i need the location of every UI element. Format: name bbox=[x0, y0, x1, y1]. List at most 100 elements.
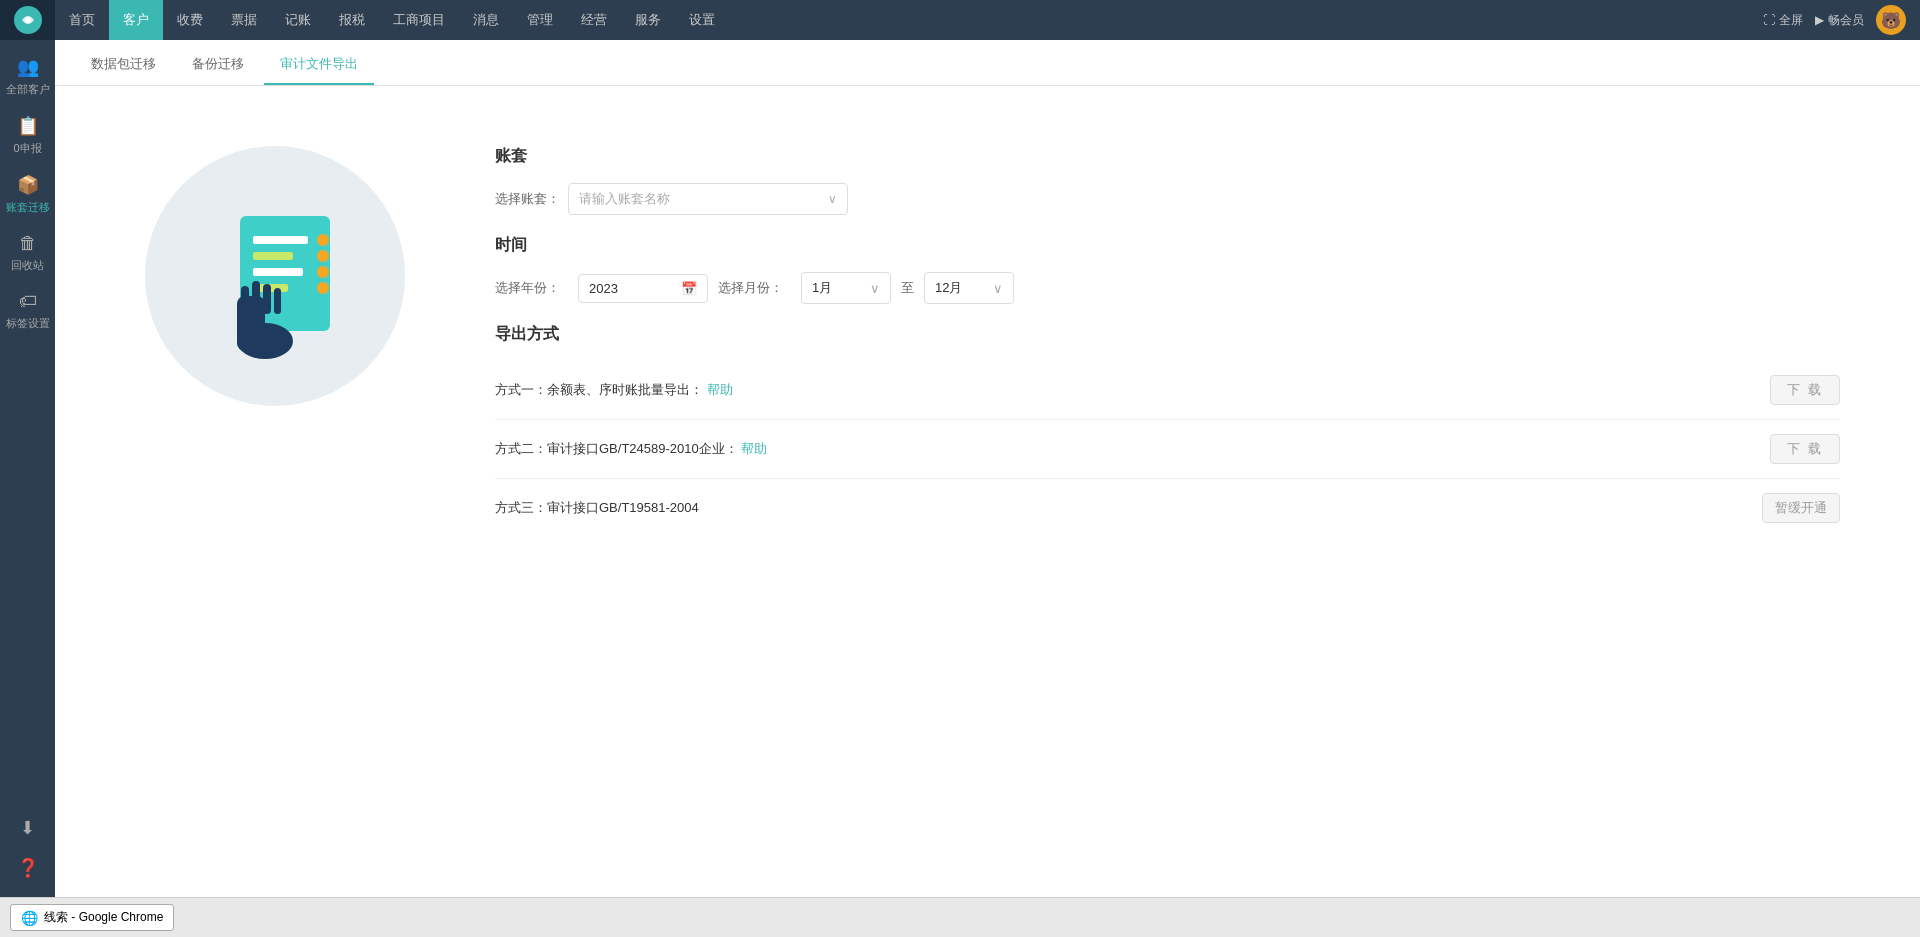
tab-audit-export[interactable]: 审计文件导出 bbox=[264, 45, 374, 85]
svg-point-7 bbox=[317, 234, 329, 246]
member-icon: ▶ bbox=[1815, 13, 1824, 27]
sidebar-item-all-customers[interactable]: 👥 全部客户 bbox=[0, 48, 55, 105]
chrome-icon: 🌐 bbox=[21, 910, 38, 926]
nav-manage[interactable]: 管理 bbox=[513, 0, 567, 40]
sidebar-item-label: 账套迁移 bbox=[6, 200, 50, 215]
illustration-area bbox=[135, 136, 415, 416]
svg-point-10 bbox=[317, 282, 329, 294]
account-select[interactable]: 请输入账套名称 ∨ bbox=[568, 183, 848, 215]
fullscreen-label: 全屏 bbox=[1779, 12, 1803, 29]
calendar-icon: 📅 bbox=[681, 281, 697, 296]
form-area: 账套 选择账套： 请输入账套名称 ∨ 时间 选择年份： 2023 📅 bbox=[495, 136, 1840, 537]
sidebar-item-account-migration[interactable]: 📦 账套迁移 bbox=[0, 166, 55, 223]
illustration-circle bbox=[145, 146, 405, 406]
time-section-title: 时间 bbox=[495, 235, 1840, 256]
sidebar: 👥 全部客户 📋 0申报 📦 账套迁移 🗑 回收站 🏷 标签设置 ⬇ ❓ bbox=[0, 40, 55, 897]
year-label: 选择年份： bbox=[495, 279, 560, 297]
year-value: 2023 bbox=[589, 281, 618, 296]
tabs-bar: 数据包迁移 备份迁移 审计文件导出 bbox=[55, 40, 1920, 86]
sidebar-item-declaration[interactable]: 📋 0申报 bbox=[0, 107, 55, 164]
export-method-1: 方式一：余额表、序时账批量导出： 帮助 下 载 bbox=[495, 361, 1840, 420]
svg-point-8 bbox=[317, 250, 329, 262]
method2-text: 方式二：审计接口GB/T24589-2010企业： 帮助 bbox=[495, 440, 767, 458]
sidebar-item-label: 全部客户 bbox=[6, 82, 50, 97]
avatar[interactable]: 🐻 bbox=[1876, 5, 1906, 35]
content-area: 数据包迁移 备份迁移 审计文件导出 bbox=[55, 40, 1920, 897]
method2-download-button[interactable]: 下 载 bbox=[1770, 434, 1840, 464]
nav-operation[interactable]: 经营 bbox=[567, 0, 621, 40]
time-form-row: 选择年份： 2023 📅 选择月份： 1月 ∨ 至 12月 ∨ bbox=[495, 272, 1840, 304]
nav-tax[interactable]: 报税 bbox=[325, 0, 379, 40]
nav-customer[interactable]: 客户 bbox=[109, 0, 163, 40]
chevron-down-icon: ∨ bbox=[993, 281, 1003, 296]
method1-text: 方式一：余额表、序时账批量导出： 帮助 bbox=[495, 381, 733, 399]
nav-right: ⛶ 全屏 ▶ 畅会员 🐻 bbox=[1763, 5, 1920, 35]
help-icon: ❓ bbox=[17, 857, 39, 879]
nav-accounting[interactable]: 记账 bbox=[271, 0, 325, 40]
account-section-title: 账套 bbox=[495, 146, 1840, 167]
year-input[interactable]: 2023 📅 bbox=[578, 274, 708, 303]
export-method-2: 方式二：审计接口GB/T24589-2010企业： 帮助 下 载 bbox=[495, 420, 1840, 479]
svg-rect-5 bbox=[253, 268, 303, 276]
account-migration-icon: 📦 bbox=[17, 174, 39, 196]
month-start-select[interactable]: 1月 ∨ bbox=[801, 272, 891, 304]
sidebar-bottom: ⬇ ❓ bbox=[0, 809, 55, 897]
all-customers-icon: 👥 bbox=[17, 56, 39, 78]
svg-rect-16 bbox=[274, 288, 281, 314]
taskbar-chrome-label: 线索 - Google Chrome bbox=[44, 909, 163, 926]
page-content: 账套 选择账套： 请输入账套名称 ∨ 时间 选择年份： 2023 📅 bbox=[55, 86, 1920, 897]
main-layout: 👥 全部客户 📋 0申报 📦 账套迁移 🗑 回收站 🏷 标签设置 ⬇ ❓ bbox=[0, 40, 1920, 897]
svg-rect-4 bbox=[253, 252, 293, 260]
svg-point-1 bbox=[25, 17, 31, 23]
taskbar-chrome-item[interactable]: 🌐 线索 - Google Chrome bbox=[10, 904, 174, 931]
month-end-select[interactable]: 12月 ∨ bbox=[924, 272, 1014, 304]
fullscreen-button[interactable]: ⛶ 全屏 bbox=[1763, 12, 1803, 29]
sidebar-item-label: 回收站 bbox=[11, 258, 44, 273]
to-text: 至 bbox=[901, 279, 914, 297]
fullscreen-icon: ⛶ bbox=[1763, 13, 1775, 27]
recycle-icon: 🗑 bbox=[19, 233, 37, 254]
svg-rect-13 bbox=[241, 286, 249, 316]
nav-business[interactable]: 工商项目 bbox=[379, 0, 459, 40]
sidebar-item-tag-settings[interactable]: 🏷 标签设置 bbox=[0, 283, 55, 339]
logo[interactable] bbox=[0, 0, 55, 40]
member-button[interactable]: ▶ 畅会员 bbox=[1815, 12, 1864, 29]
method3-text: 方式三：审计接口GB/T19581-2004 bbox=[495, 499, 699, 517]
sidebar-item-recycle[interactable]: 🗑 回收站 bbox=[0, 225, 55, 281]
svg-rect-14 bbox=[252, 281, 260, 313]
sidebar-item-label: 标签设置 bbox=[6, 316, 50, 331]
method2-help-link[interactable]: 帮助 bbox=[741, 441, 767, 456]
month-start-value: 1月 bbox=[812, 279, 832, 297]
nav-billing[interactable]: 收费 bbox=[163, 0, 217, 40]
nav-service[interactable]: 服务 bbox=[621, 0, 675, 40]
account-label: 选择账套： bbox=[495, 190, 560, 208]
export-method-3: 方式三：审计接口GB/T19581-2004 暂缓开通 bbox=[495, 479, 1840, 537]
sidebar-item-label: 0申报 bbox=[13, 141, 41, 156]
nav-home[interactable]: 首页 bbox=[55, 0, 109, 40]
method3-coming-soon-button[interactable]: 暂缓开通 bbox=[1762, 493, 1840, 523]
chevron-down-icon: ∨ bbox=[828, 192, 837, 206]
sidebar-item-download[interactable]: ⬇ bbox=[0, 809, 55, 847]
svg-rect-15 bbox=[263, 284, 271, 314]
tab-backup-migration[interactable]: 备份迁移 bbox=[176, 45, 260, 85]
svg-point-9 bbox=[317, 266, 329, 278]
declaration-icon: 📋 bbox=[17, 115, 39, 137]
member-label: 畅会员 bbox=[1828, 12, 1864, 29]
taskbar: 🌐 线索 - Google Chrome bbox=[0, 897, 1920, 937]
nav-items: 首页 客户 收费 票据 记账 报税 工商项目 消息 管理 经营 服务 设置 bbox=[55, 0, 1763, 40]
tag-settings-icon: 🏷 bbox=[19, 291, 37, 312]
tab-data-migration[interactable]: 数据包迁移 bbox=[75, 45, 172, 85]
nav-invoice[interactable]: 票据 bbox=[217, 0, 271, 40]
sidebar-item-help[interactable]: ❓ bbox=[0, 849, 55, 887]
nav-message[interactable]: 消息 bbox=[459, 0, 513, 40]
svg-rect-3 bbox=[253, 236, 308, 244]
nav-settings[interactable]: 设置 bbox=[675, 0, 729, 40]
chevron-down-icon: ∨ bbox=[870, 281, 880, 296]
month-label: 选择月份： bbox=[718, 279, 783, 297]
method1-help-link[interactable]: 帮助 bbox=[707, 382, 733, 397]
top-nav: 首页 客户 收费 票据 记账 报税 工商项目 消息 管理 经营 服务 设置 ⛶ … bbox=[0, 0, 1920, 40]
account-form-row: 选择账套： 请输入账套名称 ∨ bbox=[495, 183, 1840, 215]
illustration-svg bbox=[185, 176, 365, 376]
export-section-title: 导出方式 bbox=[495, 324, 1840, 345]
method1-download-button[interactable]: 下 载 bbox=[1770, 375, 1840, 405]
